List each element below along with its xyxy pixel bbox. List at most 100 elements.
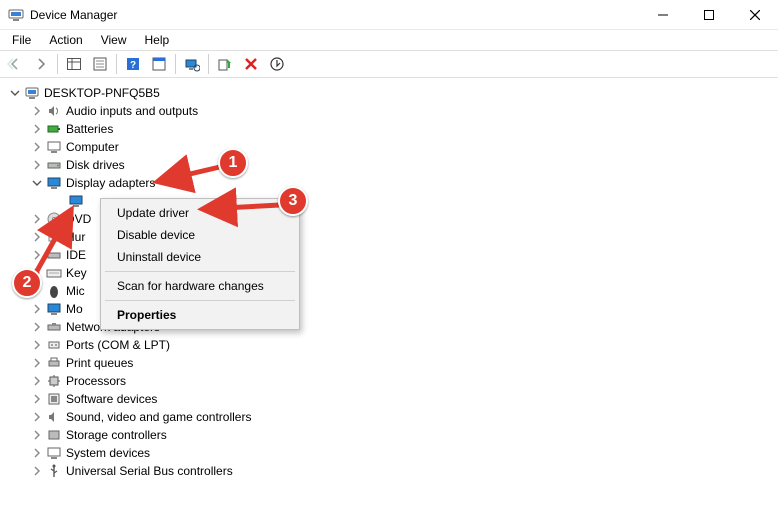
display-icon — [46, 175, 62, 191]
tree-item-label: Audio inputs and outputs — [66, 104, 198, 118]
tree-item-audio[interactable]: Audio inputs and outputs — [8, 102, 778, 120]
tree-item-disk-drives[interactable]: Disk drives — [8, 156, 778, 174]
printer-icon — [46, 355, 62, 371]
computer-icon — [46, 139, 62, 155]
tree-item-label: Sound, video and game controllers — [66, 410, 251, 424]
chevron-right-icon[interactable] — [30, 230, 44, 244]
back-button[interactable] — [3, 52, 27, 76]
menu-file[interactable]: File — [4, 32, 39, 49]
tree-item-display-adapters[interactable]: Display adapters — [8, 174, 778, 192]
tree-item-label: Print queues — [66, 356, 133, 370]
tree-item-label: Computer — [66, 140, 119, 154]
toolbar: ? — [0, 50, 778, 78]
close-button[interactable] — [732, 0, 778, 29]
disable-toolbar-button[interactable] — [265, 52, 289, 76]
mouse-icon — [46, 283, 62, 299]
uninstall-toolbar-button[interactable] — [239, 52, 263, 76]
chevron-right-icon[interactable] — [30, 284, 44, 298]
ctx-uninstall-device[interactable]: Uninstall device — [103, 246, 297, 268]
tree-item-label: Key — [66, 266, 87, 280]
tree-item-batteries[interactable]: Batteries — [8, 120, 778, 138]
tree-item-label: Hur — [66, 230, 85, 244]
software-icon — [46, 391, 62, 407]
menu-action[interactable]: Action — [41, 32, 90, 49]
title-bar: Device Manager — [0, 0, 778, 30]
chevron-right-icon[interactable] — [30, 248, 44, 262]
ctx-disable-device[interactable]: Disable device — [103, 224, 297, 246]
menu-view[interactable]: View — [93, 32, 135, 49]
chevron-right-icon[interactable] — [30, 446, 44, 460]
action-toolbar-button[interactable] — [147, 52, 171, 76]
drive-icon — [46, 157, 62, 173]
tree-item-label: Display adapters — [66, 176, 155, 190]
forward-button[interactable] — [29, 52, 53, 76]
computer-icon — [24, 85, 40, 101]
tree-item-computer[interactable]: Computer — [8, 138, 778, 156]
chevron-right-icon[interactable] — [30, 338, 44, 352]
tree-item-sound[interactable]: Sound, video and game controllers — [8, 408, 778, 426]
chevron-right-icon[interactable] — [30, 302, 44, 316]
maximize-button[interactable] — [686, 0, 732, 29]
context-menu-separator — [105, 271, 295, 272]
context-menu-separator — [105, 300, 295, 301]
tree-item-label: Batteries — [66, 122, 113, 136]
minimize-button[interactable] — [640, 0, 686, 29]
chevron-right-icon[interactable] — [30, 320, 44, 334]
tree-item-print-queues[interactable]: Print queues — [8, 354, 778, 372]
context-menu: Update driver Disable device Uninstall d… — [100, 198, 300, 330]
chevron-right-icon[interactable] — [30, 122, 44, 136]
chevron-down-icon[interactable] — [8, 86, 22, 100]
properties-toolbar-button[interactable] — [88, 52, 112, 76]
tree-item-label: Universal Serial Bus controllers — [66, 464, 233, 478]
system-icon — [46, 445, 62, 461]
battery-icon — [46, 121, 62, 137]
ctx-scan-hardware[interactable]: Scan for hardware changes — [103, 275, 297, 297]
tree-item-usb[interactable]: Universal Serial Bus controllers — [8, 462, 778, 480]
tree-item-storage-controllers[interactable]: Storage controllers — [8, 426, 778, 444]
chevron-right-icon[interactable] — [30, 374, 44, 388]
app-icon — [8, 7, 24, 23]
chevron-right-icon[interactable] — [30, 410, 44, 424]
ctx-update-driver[interactable]: Update driver — [103, 202, 297, 224]
tree-item-label: IDE — [66, 248, 86, 262]
toolbar-separator — [57, 54, 58, 74]
menu-help[interactable]: Help — [137, 32, 178, 49]
toolbar-separator — [116, 54, 117, 74]
tree-root[interactable]: DESKTOP-PNFQ5B5 — [8, 84, 778, 102]
network-icon — [46, 319, 62, 335]
storage-icon — [46, 427, 62, 443]
scan-hardware-button[interactable] — [180, 52, 204, 76]
chevron-right-icon[interactable] — [30, 428, 44, 442]
chevron-right-icon[interactable] — [30, 104, 44, 118]
speaker-icon — [46, 409, 62, 425]
controller-icon — [46, 247, 62, 263]
tree-item-label: System devices — [66, 446, 150, 460]
monitor-icon — [46, 301, 62, 317]
hid-icon — [46, 229, 62, 245]
tree-item-system-devices[interactable]: System devices — [8, 444, 778, 462]
window-controls — [640, 0, 778, 29]
display-icon — [68, 193, 84, 209]
toolbar-separator — [175, 54, 176, 74]
chevron-right-icon[interactable] — [30, 266, 44, 280]
help-toolbar-button[interactable]: ? — [121, 52, 145, 76]
menu-bar: File Action View Help — [0, 30, 778, 50]
show-hide-tree-button[interactable] — [62, 52, 86, 76]
chevron-right-icon[interactable] — [30, 158, 44, 172]
chevron-right-icon[interactable] — [30, 212, 44, 226]
tree-item-ports[interactable]: Ports (COM & LPT) — [8, 336, 778, 354]
svg-text:?: ? — [130, 60, 136, 71]
tree-item-label: Mo — [66, 302, 83, 316]
ctx-properties[interactable]: Properties — [103, 304, 297, 326]
chevron-right-icon[interactable] — [30, 140, 44, 154]
chevron-down-icon[interactable] — [30, 176, 44, 190]
tree-item-processors[interactable]: Processors — [8, 372, 778, 390]
keyboard-icon — [46, 265, 62, 281]
chevron-right-icon[interactable] — [30, 356, 44, 370]
chevron-right-icon[interactable] — [30, 464, 44, 478]
update-driver-toolbar-button[interactable] — [213, 52, 237, 76]
tree-item-software-devices[interactable]: Software devices — [8, 390, 778, 408]
tree-item-label: Storage controllers — [66, 428, 167, 442]
tree-root-label: DESKTOP-PNFQ5B5 — [44, 86, 160, 100]
chevron-right-icon[interactable] — [30, 392, 44, 406]
